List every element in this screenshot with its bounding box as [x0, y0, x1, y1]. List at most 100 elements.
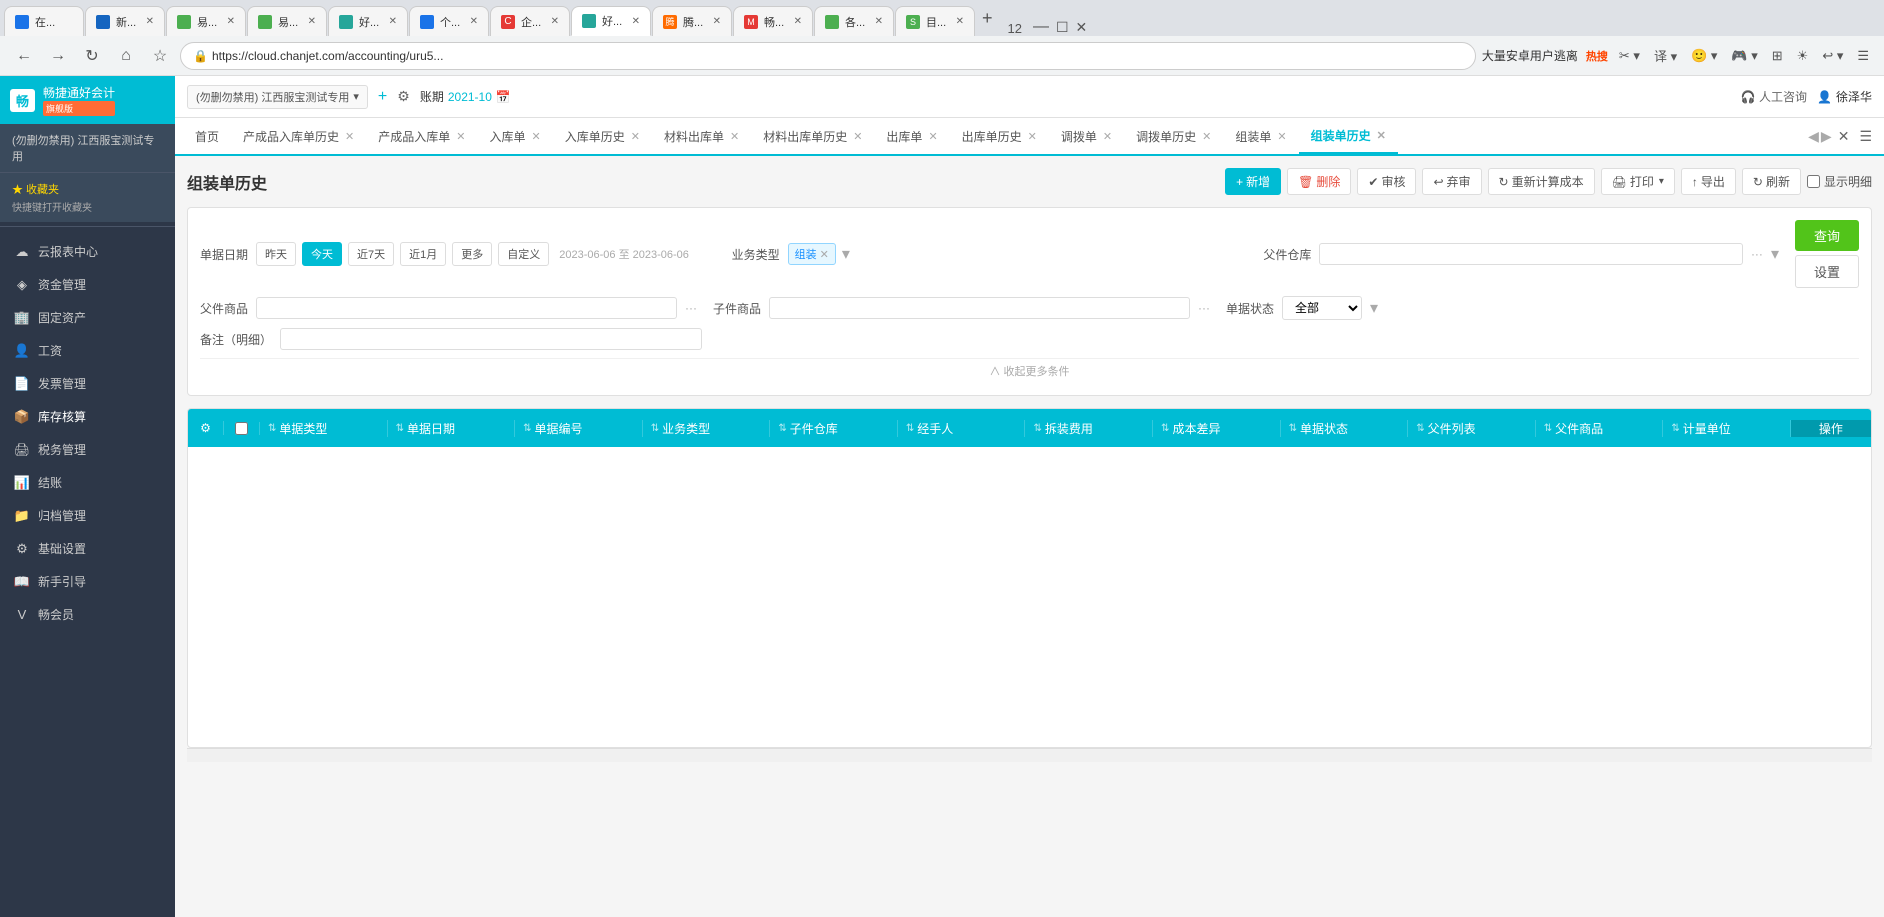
sub-nav-tab-material-out[interactable]: 材料出库单 ✕ [652, 120, 751, 153]
sub-nav-tab-assembly-history[interactable]: 组装单历史 ✕ [1299, 119, 1398, 154]
browser-tab-6[interactable]: 个... ✕ [409, 6, 489, 36]
browser-tab-2[interactable]: 新... ✕ [85, 6, 165, 36]
back-button[interactable]: ← [10, 42, 38, 70]
audit-button[interactable]: ✔ 审核 [1357, 168, 1416, 195]
th-status[interactable]: ⇅ 单据状态 [1281, 420, 1409, 437]
status-dropdown-arrow[interactable]: ▾ [1370, 298, 1378, 318]
parent-warehouse-input[interactable] [1319, 243, 1743, 265]
period-value[interactable]: 2021-10 [448, 90, 492, 104]
tab-close-material-out-history[interactable]: ✕ [853, 130, 862, 143]
tab-close-7[interactable]: ✕ [551, 16, 559, 27]
sub-nav-tab-inbound-history[interactable]: 入库单历史 ✕ [553, 120, 652, 153]
biz-type-tag-close[interactable]: ✕ [820, 248, 829, 261]
user-info[interactable]: 👤 徐泽华 [1817, 88, 1872, 105]
tab-close-6[interactable]: ✕ [470, 16, 478, 27]
minimize-button[interactable]: — [1033, 18, 1049, 36]
delete-button[interactable]: 🗑 删除 [1287, 168, 1351, 195]
brightness-tool[interactable]: ☀ [1792, 46, 1814, 66]
tab-close-outbound[interactable]: ✕ [928, 130, 937, 143]
more-date-btn[interactable]: 更多 [452, 242, 492, 266]
sidebar-item-closing[interactable]: 📊 结账 [0, 466, 175, 499]
refresh-button[interactable]: ↻ 刷新 [1742, 168, 1801, 195]
tab-close-transfer-history[interactable]: ✕ [1202, 130, 1211, 143]
new-tab-button[interactable]: + [976, 8, 999, 29]
add-company-button[interactable]: + [378, 88, 387, 106]
sub-nav-tab-outbound[interactable]: 出库单 ✕ [874, 120, 949, 153]
sidebar-item-settings[interactable]: ⚙ 基础设置 [0, 532, 175, 565]
sidebar-item-archive[interactable]: 📁 归档管理 [0, 499, 175, 532]
reload-button[interactable]: ↻ [78, 42, 106, 70]
bookmark-button[interactable]: ☆ [146, 42, 174, 70]
new-button[interactable]: + 新增 [1225, 168, 1281, 195]
last1month-btn[interactable]: 近1月 [400, 242, 446, 266]
th-checkbox[interactable] [224, 422, 260, 435]
parent-goods-input[interactable] [256, 297, 677, 319]
browser-tab-4[interactable]: 易... ✕ [247, 6, 327, 36]
th-child-warehouse[interactable]: ⇅ 子件仓库 [770, 420, 898, 437]
yesterday-btn[interactable]: 昨天 [256, 242, 296, 266]
horizontal-scroll[interactable] [187, 748, 1872, 762]
close-button[interactable]: ✕ [1076, 19, 1088, 36]
status-dropdown[interactable]: 全部 [1282, 296, 1362, 320]
sidebar-bookmarks[interactable]: ★ 收藏夹 快捷键打开收藏夹 [0, 172, 175, 222]
browser-tab-1[interactable]: 在... [4, 6, 84, 36]
calendar-icon[interactable]: 📅 [496, 90, 511, 104]
browser-tab-5[interactable]: 好... ✕ [328, 6, 408, 36]
th-cost-diff[interactable]: ⇅ 成本差异 [1153, 420, 1281, 437]
sidebar-item-invoice[interactable]: 📄 发票管理 [0, 367, 175, 400]
th-date[interactable]: ⇅ 单据日期 [388, 420, 516, 437]
sub-nav-tab-inbound[interactable]: 入库单 ✕ [477, 120, 552, 153]
th-number[interactable]: ⇅ 单据编号 [515, 420, 643, 437]
tab-close-12[interactable]: ✕ [956, 16, 964, 27]
grid-tool[interactable]: ⊞ [1767, 46, 1788, 66]
tab-close-11[interactable]: ✕ [875, 16, 883, 27]
sidebar-item-member[interactable]: V 畅会员 [0, 598, 175, 631]
tab-close-assembly-history[interactable]: ✕ [1377, 129, 1386, 142]
th-handler[interactable]: ⇅ 经手人 [898, 420, 1026, 437]
tab-close-4[interactable]: ✕ [308, 16, 316, 27]
th-disassembly-cost[interactable]: ⇅ 拆装费用 [1025, 420, 1153, 437]
th-parent-goods[interactable]: ⇅ 父件商品 [1536, 420, 1664, 437]
tab-close-material-out[interactable]: ✕ [730, 130, 739, 143]
browser-tab-12[interactable]: S 目... ✕ [895, 6, 975, 36]
parent-goods-more[interactable]: ··· [685, 301, 697, 315]
today-btn[interactable]: 今天 [302, 242, 342, 266]
cut-tool[interactable]: ✂ ▾ [1614, 46, 1645, 66]
translate-tool[interactable]: 译 ▾ [1649, 44, 1682, 67]
sub-nav-close-button[interactable]: ✕ [1834, 128, 1854, 145]
tab-close-inbound[interactable]: ✕ [532, 130, 541, 143]
abandon-button[interactable]: ↩ 弃审 [1422, 168, 1481, 195]
tab-close-finished[interactable]: ✕ [456, 130, 465, 143]
sub-nav-tab-assembly[interactable]: 组装单 ✕ [1223, 120, 1298, 153]
nav-arrow-left[interactable]: ◀ [1808, 128, 1819, 145]
tab-close-assembly[interactable]: ✕ [1277, 130, 1286, 143]
custom-date-btn[interactable]: 自定义 [498, 242, 549, 266]
parent-warehouse-dropdown[interactable]: ▾ [1771, 244, 1779, 264]
forward-button[interactable]: → [44, 42, 72, 70]
company-selector[interactable]: (勿删勿禁用) 江西服宝测试专用 ▾ [187, 85, 368, 109]
browser-tab-8[interactable]: 好... ✕ [571, 6, 651, 36]
sidebar-item-payroll[interactable]: 👤 工资 [0, 334, 175, 367]
game-tool[interactable]: 🎮 ▾ [1726, 46, 1762, 66]
tab-close-3[interactable]: ✕ [227, 16, 235, 27]
browser-tab-9[interactable]: 腾 腾... ✕ [652, 6, 732, 36]
tab-close-10[interactable]: ✕ [794, 16, 802, 27]
th-settings[interactable]: ⚙ [188, 421, 224, 435]
emoji-tool[interactable]: 🙂 ▾ [1686, 46, 1722, 66]
tab-close-inbound-history[interactable]: ✕ [631, 130, 640, 143]
collapse-bar[interactable]: ∧ 收起更多条件 [200, 358, 1859, 383]
tab-close-outbound-history[interactable]: ✕ [1028, 130, 1037, 143]
tab-close-finished-history[interactable]: ✕ [345, 130, 354, 143]
browser-tab-11[interactable]: 各... ✕ [814, 6, 894, 36]
sub-nav-tab-outbound-history[interactable]: 出库单历史 ✕ [950, 120, 1049, 153]
set-button[interactable]: 设置 [1795, 255, 1859, 288]
tab-close-8[interactable]: ✕ [632, 16, 640, 27]
home-button[interactable]: ⌂ [112, 42, 140, 70]
sub-nav-tab-finished[interactable]: 产成品入库单 ✕ [366, 120, 477, 153]
recalculate-button[interactable]: ↻ 重新计算成本 [1488, 168, 1595, 195]
th-unit[interactable]: ⇅ 计量单位 [1663, 420, 1791, 437]
sidebar-item-fund-management[interactable]: ◈ 资金管理 [0, 268, 175, 301]
tab-close-transfer[interactable]: ✕ [1103, 130, 1112, 143]
last7days-btn[interactable]: 近7天 [348, 242, 394, 266]
display-detail-checkbox[interactable] [1807, 175, 1820, 188]
